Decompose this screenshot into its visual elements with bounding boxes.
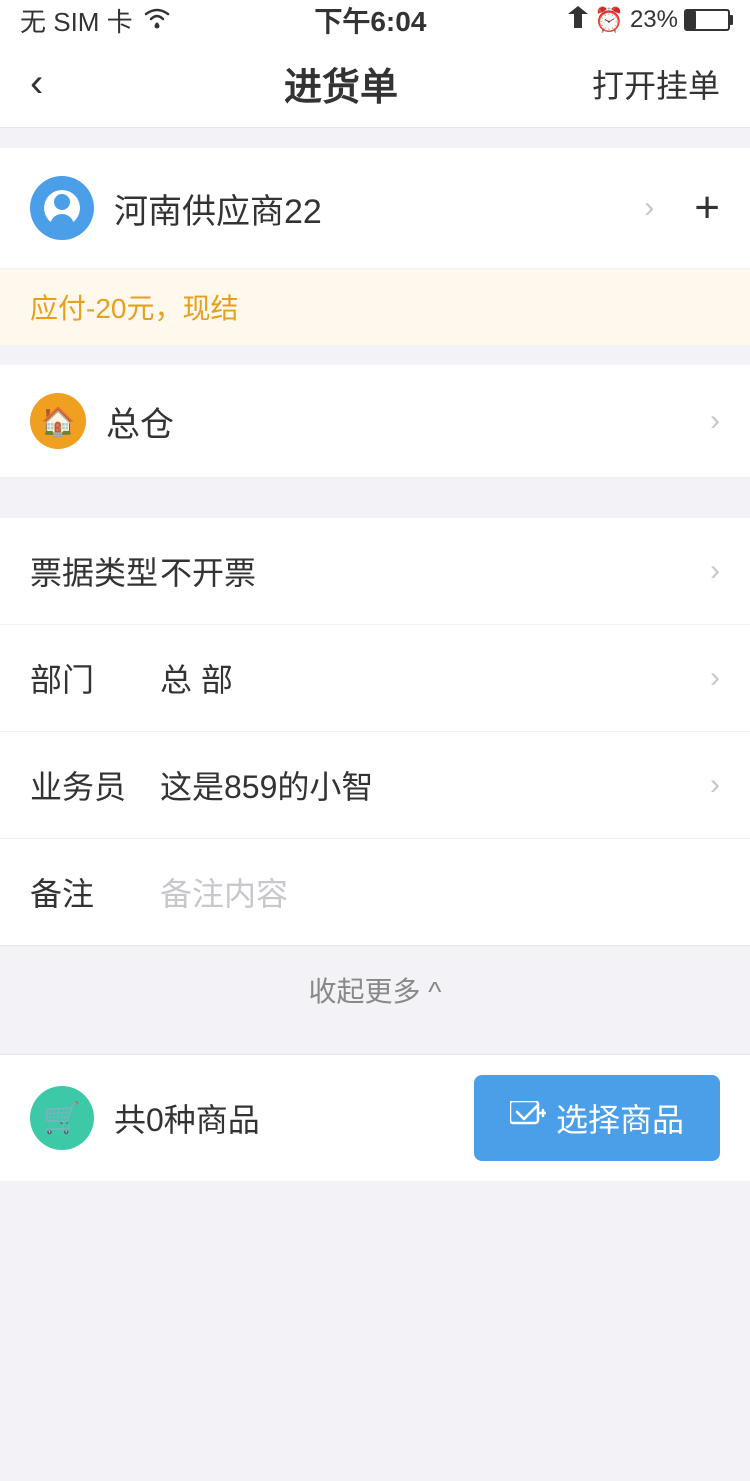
- salesman-chevron-icon: ›: [710, 768, 720, 802]
- supplier-chevron-icon: ›: [644, 191, 654, 225]
- avatar-figure: [44, 190, 80, 226]
- warehouse-card: 🏠 总仓 ›: [0, 365, 750, 478]
- notice-text: 应付-20元，现结: [30, 293, 238, 324]
- status-left: 无 SIM 卡: [20, 2, 173, 39]
- status-time: 下午6:04: [314, 0, 426, 40]
- warehouse-row[interactable]: 🏠 总仓 ›: [0, 365, 750, 478]
- product-icon: 🛒: [30, 1086, 94, 1150]
- supplier-name: 河南供应商22: [114, 184, 644, 233]
- top-divider: [0, 128, 750, 148]
- select-product-icon: [510, 1101, 546, 1136]
- cart-icon: 🛒: [43, 1101, 80, 1136]
- invoice-type-chevron-icon: ›: [710, 554, 720, 588]
- remark-label: 备注: [30, 869, 160, 915]
- page-rest: [0, 1181, 750, 1481]
- invoice-type-row[interactable]: 票据类型 不开票 ›: [0, 518, 750, 625]
- battery-percent: 23%: [630, 6, 678, 34]
- location-icon: [568, 6, 588, 35]
- salesman-label: 业务员: [30, 762, 160, 808]
- add-supplier-button[interactable]: +: [684, 183, 720, 233]
- select-product-label: 选择商品: [556, 1095, 684, 1141]
- warehouse-chevron-icon: ›: [710, 404, 720, 438]
- house-icon: 🏠: [41, 405, 76, 438]
- mid-divider1: [0, 345, 750, 365]
- status-right: ⏰ 23%: [568, 6, 730, 35]
- wifi-icon: [141, 5, 173, 36]
- supplier-card: 河南供应商22 › + 应付-20元，现结: [0, 148, 750, 345]
- salesman-value: 这是859的小智: [160, 762, 710, 808]
- invoice-type-label: 票据类型: [30, 548, 160, 594]
- form-card: 票据类型 不开票 › 部门 总 部 › 业务员 这是859的小智 › 备注 备注…: [0, 518, 750, 945]
- page-title: 进货单: [284, 56, 398, 111]
- department-label: 部门: [30, 655, 160, 701]
- department-chevron-icon: ›: [710, 661, 720, 695]
- warehouse-icon: 🏠: [30, 393, 86, 449]
- bottom-divider: [0, 1034, 750, 1054]
- notice-bar: 应付-20元，现结: [0, 269, 750, 345]
- supplier-avatar: [30, 176, 94, 240]
- department-value: 总 部: [160, 655, 710, 701]
- battery-icon: [684, 9, 730, 31]
- nav-bar: ‹ 进货单 打开挂单: [0, 40, 750, 128]
- back-button[interactable]: ‹: [30, 61, 90, 106]
- carrier-label: 无 SIM 卡: [20, 2, 133, 39]
- mid-divider2: [0, 478, 750, 498]
- open-pending-button[interactable]: 打开挂单: [592, 61, 720, 107]
- collapse-button[interactable]: 收起更多 ^: [0, 945, 750, 1034]
- remark-input[interactable]: 备注内容: [160, 869, 720, 915]
- invoice-type-value: 不开票: [160, 548, 710, 594]
- select-product-button[interactable]: 选择商品: [474, 1075, 720, 1161]
- remark-row[interactable]: 备注 备注内容: [0, 839, 750, 945]
- warehouse-name: 总仓: [106, 397, 710, 446]
- product-count-label: 共0种商品: [114, 1095, 474, 1141]
- salesman-row[interactable]: 业务员 这是859的小智 ›: [0, 732, 750, 839]
- alarm-icon: ⏰: [594, 6, 624, 35]
- status-bar: 无 SIM 卡 下午6:04 ⏰ 23%: [0, 0, 750, 40]
- department-row[interactable]: 部门 总 部 ›: [0, 625, 750, 732]
- bottom-bar: 🛒 共0种商品 选择商品: [0, 1054, 750, 1181]
- supplier-row[interactable]: 河南供应商22 › +: [0, 148, 750, 269]
